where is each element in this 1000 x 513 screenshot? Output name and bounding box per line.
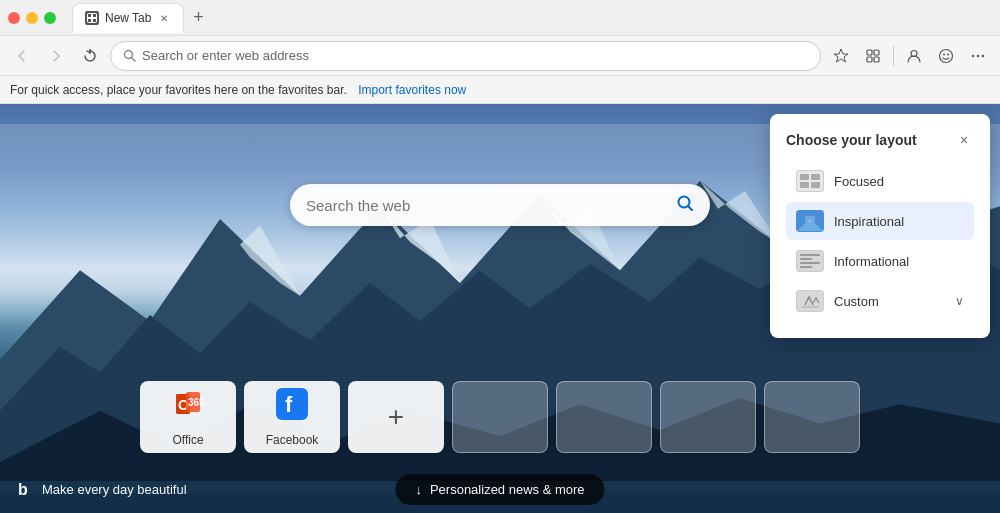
layout-panel: Choose your layout × Focused Inspiration… <box>770 114 990 338</box>
news-button-label: Personalized news & more <box>430 482 585 497</box>
maximize-traffic-light[interactable] <box>44 12 56 24</box>
office-label: Office <box>172 433 203 447</box>
quick-link-add[interactable]: + <box>348 381 444 453</box>
svg-rect-7 <box>867 50 872 55</box>
quick-link-empty-1[interactable] <box>452 381 548 453</box>
new-tab-button[interactable]: + <box>184 4 212 32</box>
divider <box>893 46 894 66</box>
main-content: O 365 Office f Facebook + <box>0 104 1000 513</box>
tab-favicon <box>85 11 99 25</box>
url-bar-placeholder: Search or enter web address <box>142 48 309 63</box>
tab-title: New Tab <box>105 11 151 25</box>
layout-option-focused[interactable]: Focused <box>786 162 974 200</box>
url-bar[interactable]: Search or enter web address <box>110 41 821 71</box>
facebook-label: Facebook <box>266 433 319 447</box>
svg-rect-10 <box>874 57 879 62</box>
quick-link-empty-3[interactable] <box>660 381 756 453</box>
svg-text:365: 365 <box>188 397 204 408</box>
panel-header: Choose your layout × <box>786 130 974 150</box>
facebook-icon: f <box>276 388 308 427</box>
svg-point-14 <box>947 53 949 55</box>
minimize-traffic-light[interactable] <box>26 12 38 24</box>
svg-point-12 <box>940 49 953 62</box>
informational-layout-icon <box>796 250 824 272</box>
svg-rect-40 <box>805 216 815 222</box>
address-actions <box>827 42 992 70</box>
informational-layout-label: Informational <box>834 254 964 269</box>
search-input[interactable] <box>306 197 668 214</box>
panel-close-button[interactable]: × <box>954 130 974 150</box>
svg-text:f: f <box>285 392 293 417</box>
forward-button[interactable] <box>42 42 70 70</box>
svg-rect-3 <box>88 19 91 22</box>
bing-tagline: Make every day beautiful <box>42 482 187 497</box>
add-icon: + <box>388 401 404 433</box>
address-bar: Search or enter web address <box>0 36 1000 76</box>
svg-text:b: b <box>18 481 28 498</box>
quick-link-empty-2[interactable] <box>556 381 652 453</box>
favorites-button[interactable] <box>827 42 855 70</box>
office-icon: O 365 <box>172 388 204 427</box>
svg-point-17 <box>982 54 984 56</box>
svg-line-6 <box>132 58 136 62</box>
inspirational-layout-label: Inspirational <box>834 214 964 229</box>
svg-point-13 <box>943 53 945 55</box>
inspirational-layout-icon <box>796 210 824 232</box>
svg-rect-8 <box>874 50 879 55</box>
quick-links: O 365 Office f Facebook + <box>140 381 860 453</box>
active-tab[interactable]: New Tab ✕ <box>72 3 184 33</box>
collections-button[interactable] <box>859 42 887 70</box>
quick-link-office[interactable]: O 365 Office <box>140 381 236 453</box>
tab-bar: New Tab ✕ + <box>72 3 992 33</box>
back-button[interactable] <box>8 42 36 70</box>
search-container <box>290 184 710 226</box>
close-traffic-light[interactable] <box>8 12 20 24</box>
layout-option-informational[interactable]: Informational <box>786 242 974 280</box>
svg-point-15 <box>972 54 974 56</box>
search-box[interactable] <box>290 184 710 226</box>
layout-option-inspirational[interactable]: Inspirational <box>786 202 974 240</box>
favorites-bar-text: For quick access, place your favorites h… <box>10 83 347 97</box>
news-button[interactable]: ↓ Personalized news & more <box>395 474 604 505</box>
search-submit-button[interactable] <box>676 194 694 216</box>
panel-title: Choose your layout <box>786 132 917 148</box>
layout-option-custom[interactable]: Custom ∨ <box>786 282 974 320</box>
title-bar: New Tab ✕ + <box>0 0 1000 36</box>
refresh-button[interactable] <box>76 42 104 70</box>
profile-button[interactable] <box>900 42 928 70</box>
focused-layout-icon <box>796 170 824 192</box>
import-favorites-link[interactable]: Import favorites now <box>358 83 466 97</box>
quick-link-facebook[interactable]: f Facebook <box>244 381 340 453</box>
bottom-bar: b Make every day beautiful ↓ Personalize… <box>0 465 1000 513</box>
traffic-lights <box>8 12 56 24</box>
svg-rect-1 <box>88 14 91 17</box>
bing-logo: b Make every day beautiful <box>16 479 187 499</box>
bing-icon: b <box>16 479 36 499</box>
svg-line-29 <box>688 206 692 210</box>
quick-link-empty-4[interactable] <box>764 381 860 453</box>
svg-rect-41 <box>797 291 823 311</box>
focused-layout-label: Focused <box>834 174 964 189</box>
custom-layout-label: Custom <box>834 294 945 309</box>
svg-rect-9 <box>867 57 872 62</box>
news-icon: ↓ <box>415 482 422 497</box>
svg-rect-2 <box>93 14 96 17</box>
svg-point-16 <box>977 54 979 56</box>
custom-layout-icon <box>796 290 824 312</box>
emoji-button[interactable] <box>932 42 960 70</box>
more-button[interactable] <box>964 42 992 70</box>
search-icon <box>123 49 136 62</box>
custom-chevron-icon: ∨ <box>955 294 964 308</box>
tab-close-button[interactable]: ✕ <box>157 11 171 25</box>
svg-rect-4 <box>93 19 96 22</box>
favorites-bar: For quick access, place your favorites h… <box>0 76 1000 104</box>
